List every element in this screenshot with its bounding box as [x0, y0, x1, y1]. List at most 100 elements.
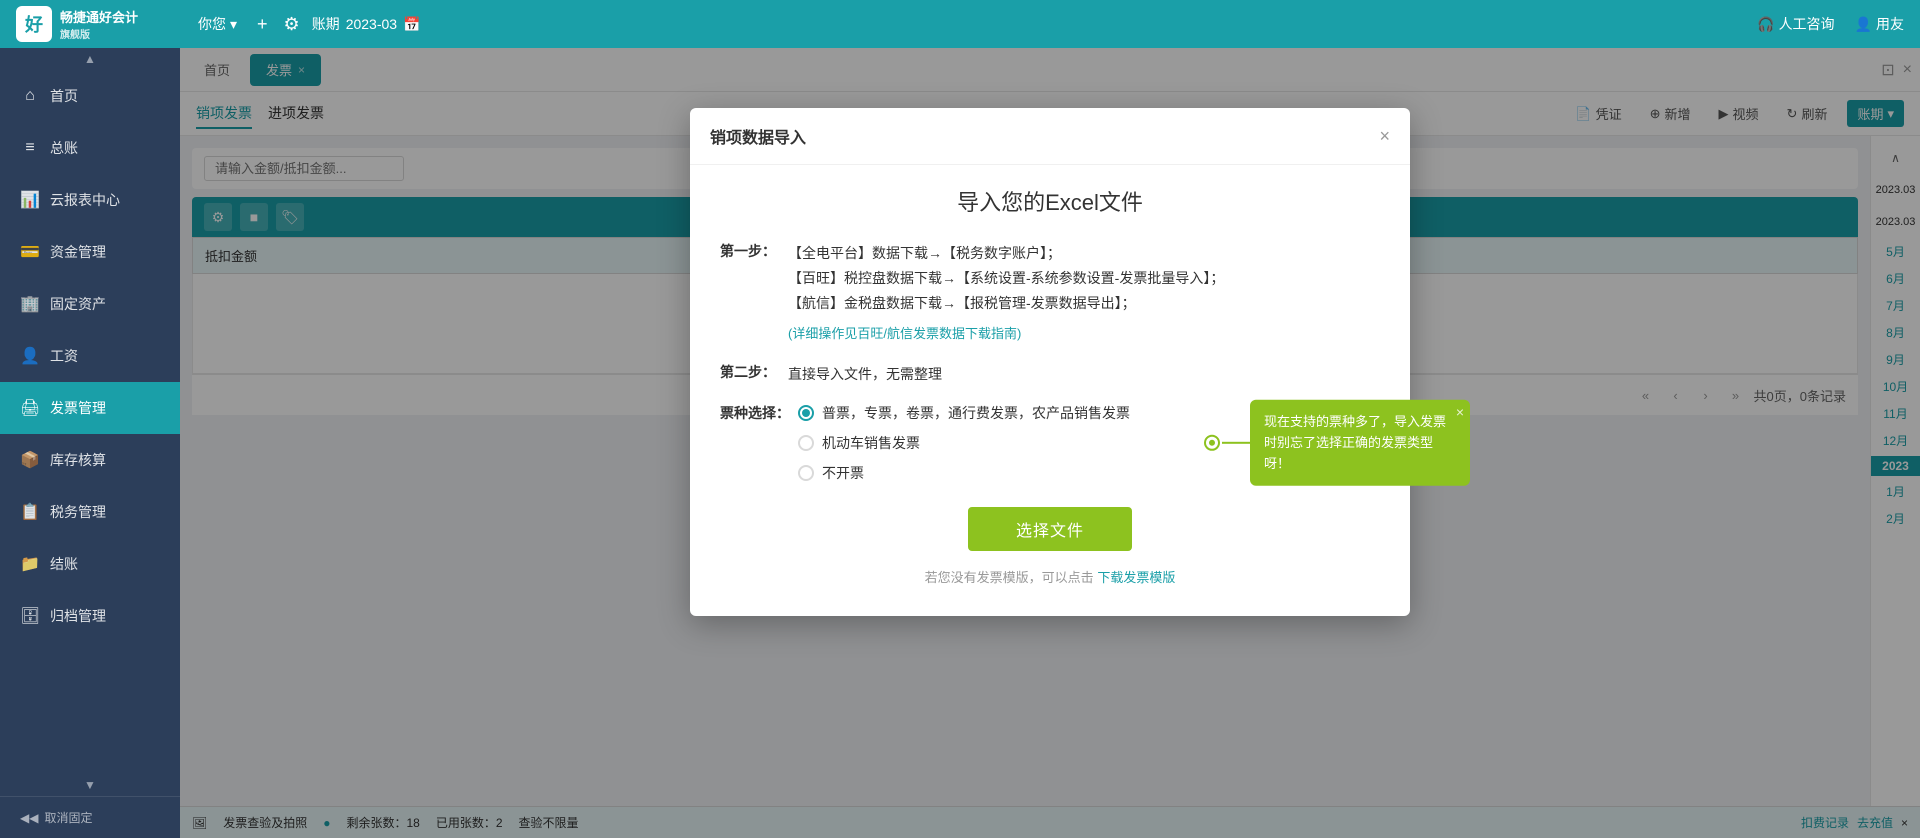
sidebar-item-ledger[interactable]: ≡ 总账: [0, 122, 180, 174]
sidebar-scroll-up[interactable]: ▲: [0, 48, 180, 70]
close-period-icon: 📁: [20, 554, 40, 574]
headset-icon: 🎧: [1757, 16, 1774, 33]
sidebar-item-home[interactable]: ⌂ 首页: [0, 70, 180, 122]
user-menu[interactable]: 👤 用友: [1855, 14, 1904, 34]
user-icon: 👤: [1855, 16, 1872, 33]
settings-icon[interactable]: ⚙: [284, 14, 300, 35]
logo-icon: 好: [16, 6, 52, 42]
tax-icon: 📋: [20, 502, 40, 522]
ticket-selection: 票种选择： 普票，专票，卷票，通行费发票，农产品销售发票 机动车销售发票: [720, 403, 1380, 483]
tooltip-line: [1222, 442, 1250, 444]
radio-circle-3[interactable]: [798, 465, 814, 481]
sidebar-item-close-period[interactable]: 📁 结账: [0, 538, 180, 590]
step2-text: 直接导入文件，无需整理: [788, 366, 942, 382]
topbar-right: 🎧 人工咨询 👤 用友: [1757, 14, 1904, 34]
radio-label-2: 机动车销售发票: [822, 433, 920, 453]
sidebar-item-label: 工资: [50, 346, 78, 366]
reports-icon: 📊: [20, 190, 40, 210]
radio-options: 普票，专票，卷票，通行费发票，农产品销售发票 机动车销售发票: [798, 403, 1130, 483]
step1-row: 第一步： 【全电平台】数据下载→【税务数字账户】； 【百旺】税控盘数据下载→【系…: [720, 241, 1380, 346]
company-name: 你您: [198, 14, 226, 34]
unpin-button[interactable]: ◀◀ 取消固定: [0, 796, 180, 838]
app-logo: 好 畅捷通好会计 旗舰版: [16, 6, 186, 42]
add-button[interactable]: +: [257, 14, 268, 35]
tooltip-dot: [1206, 437, 1218, 449]
select-file-button[interactable]: 选择文件: [968, 507, 1132, 551]
step1-label: 第一步：: [720, 241, 780, 261]
sidebar-nav: ⌂ 首页 ≡ 总账 📊 云报表中心 💳 资金管理 🏢 固定资产 👤 工资 🖨 发…: [0, 70, 180, 774]
sidebar-item-label: 总账: [50, 138, 78, 158]
guide-link[interactable]: (详细操作见百旺/航信发票数据下载指南): [788, 326, 1021, 341]
modal-close-button[interactable]: ×: [1379, 126, 1390, 147]
tooltip-close-button[interactable]: ×: [1456, 404, 1464, 420]
modal-footer: 选择文件: [720, 507, 1380, 551]
step2-row: 第二步： 直接导入文件，无需整理: [720, 362, 1380, 387]
sidebar-item-label: 结账: [50, 554, 78, 574]
app-edition: 旗舰版: [60, 26, 138, 41]
sidebar-item-label: 首页: [50, 86, 78, 106]
tooltip-bubble: 现在支持的票种多了，导入发票时别忘了选择正确的发票类型呀！ ×: [1250, 400, 1470, 486]
sidebar-item-archive[interactable]: 🗄 归档管理: [0, 590, 180, 642]
step1-line-3: 【航信】金税盘数据下载→【报税管理-发票数据导出】；: [788, 291, 1224, 316]
calendar-icon: 📅: [403, 16, 420, 33]
period-value: 2023-03: [346, 16, 397, 32]
sidebar-scroll-down[interactable]: ▼: [0, 774, 180, 796]
step2-label: 第二步：: [720, 362, 780, 382]
radio-option-2[interactable]: 机动车销售发票 现在支持的票种多了，导入发票时别忘了选择正确的发票类型呀！ ×: [798, 433, 1130, 453]
radio-label-1: 普票，专票，卷票，通行费发票，农产品销售发票: [822, 403, 1130, 423]
period-label: 账期: [312, 14, 340, 34]
modal-overlay: 销项数据导入 × 导入您的Excel文件 第一步： 【全电平台】数据下载→【税务…: [180, 48, 1920, 838]
sidebar-item-label: 固定资产: [50, 294, 106, 314]
invoice-icon: 🖨: [20, 398, 40, 418]
topbar: 好 畅捷通好会计 旗舰版 你您 ▾ + ⚙ 账期 2023-03 📅 🎧 人工咨…: [0, 0, 1920, 48]
sidebar-item-label: 资金管理: [50, 242, 106, 262]
sidebar-item-assets[interactable]: 🏢 固定资产: [0, 278, 180, 330]
sidebar-item-reports[interactable]: 📊 云报表中心: [0, 174, 180, 226]
company-selector[interactable]: 你您 ▾: [198, 14, 237, 34]
download-template-link[interactable]: 下载发票模版: [1097, 570, 1175, 585]
sidebar-item-label: 发票管理: [50, 398, 106, 418]
funds-icon: 💳: [20, 242, 40, 262]
step1-line-2: 【百旺】税控盘数据下载→【系统设置-系统参数设置-发票批量导入】；: [788, 266, 1224, 291]
sidebar-item-label: 归档管理: [50, 606, 106, 626]
chevron-down-icon: ▾: [230, 16, 237, 33]
sidebar-item-payroll[interactable]: 👤 工资: [0, 330, 180, 382]
period-display[interactable]: 账期 2023-03 📅: [312, 14, 421, 34]
sidebar-item-inventory[interactable]: 📦 库存核算: [0, 434, 180, 486]
sidebar-item-label: 税务管理: [50, 502, 106, 522]
tooltip-text: 现在支持的票种多了，导入发票时别忘了选择正确的发票类型呀！: [1264, 414, 1446, 471]
app-name: 畅捷通好会计: [60, 7, 138, 26]
step1-line-1: 【全电平台】数据下载→【税务数字账户】；: [788, 241, 1224, 266]
modal-body: 导入您的Excel文件 第一步： 【全电平台】数据下载→【税务数字账户】； 【百…: [690, 165, 1410, 616]
tooltip-anchor: 现在支持的票种多了，导入发票时别忘了选择正确的发票类型呀！ ×: [1206, 400, 1470, 486]
note-text: 若您没有发票模版，可以点击: [925, 570, 1094, 585]
sidebar: ▲ ⌂ 首页 ≡ 总账 📊 云报表中心 💳 资金管理 🏢 固定资产 👤 工资 🖨…: [0, 48, 180, 838]
radio-circle-2[interactable]: [798, 435, 814, 451]
ticket-label-row: 票种选择： 普票，专票，卷票，通行费发票，农产品销售发票 机动车销售发票: [720, 403, 1380, 483]
help-button[interactable]: 🎧 人工咨询: [1757, 14, 1834, 34]
ticket-label: 票种选择：: [720, 403, 790, 423]
home-icon: ⌂: [20, 87, 40, 105]
sidebar-item-label: 云报表中心: [50, 190, 120, 210]
radio-circle-1[interactable]: [798, 405, 814, 421]
payroll-icon: 👤: [20, 346, 40, 366]
modal-header: 销项数据导入 ×: [690, 108, 1410, 165]
sidebar-item-tax[interactable]: 📋 税务管理: [0, 486, 180, 538]
archive-icon: 🗄: [20, 606, 40, 626]
inventory-icon: 📦: [20, 450, 40, 470]
pin-icon: ◀◀: [20, 811, 38, 825]
sidebar-item-funds[interactable]: 💳 资金管理: [0, 226, 180, 278]
sidebar-item-label: 库存核算: [50, 450, 106, 470]
unpin-label: 取消固定: [44, 809, 92, 826]
topbar-actions: + ⚙: [257, 14, 300, 35]
radio-option-1[interactable]: 普票，专票，卷票，通行费发票，农产品销售发票: [798, 403, 1130, 423]
radio-option-3[interactable]: 不开票: [798, 463, 1130, 483]
radio-label-3: 不开票: [822, 463, 864, 483]
import-modal: 销项数据导入 × 导入您的Excel文件 第一步： 【全电平台】数据下载→【税务…: [690, 108, 1410, 616]
sidebar-item-invoice[interactable]: 🖨 发票管理: [0, 382, 180, 434]
step1-content: 【全电平台】数据下载→【税务数字账户】； 【百旺】税控盘数据下载→【系统设置-系…: [788, 241, 1224, 346]
modal-note: 若您没有发票模版，可以点击 下载发票模版: [720, 567, 1380, 586]
step2-content: 直接导入文件，无需整理: [788, 362, 942, 387]
modal-title: 销项数据导入: [710, 124, 806, 148]
assets-icon: 🏢: [20, 294, 40, 314]
